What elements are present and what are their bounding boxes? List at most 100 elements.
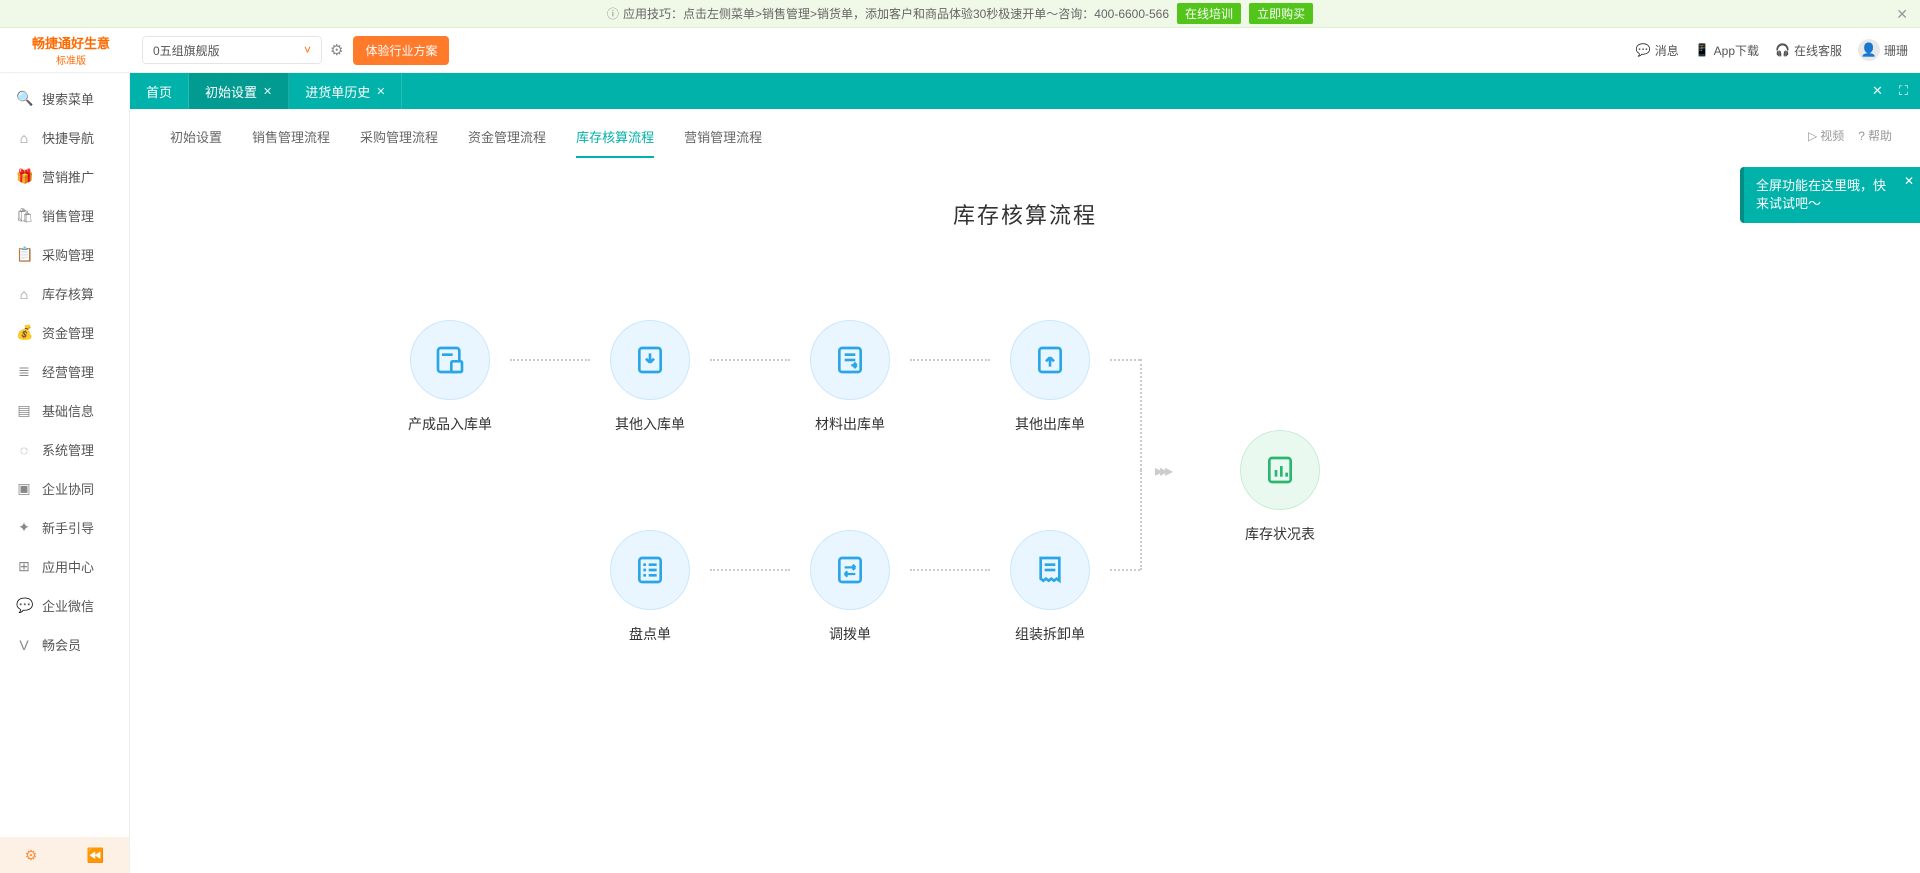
connector xyxy=(910,569,990,571)
sidebar-item-11[interactable]: ✦新手引导 xyxy=(0,508,129,547)
node-goods-in[interactable]: 产成品入库单 xyxy=(390,320,510,434)
flow-tab-2[interactable]: 采购管理流程 xyxy=(360,127,438,158)
sidebar-item-8[interactable]: ▤基础信息 xyxy=(0,391,129,430)
header-right: 💬 消息 📱 App下载 🎧 在线客服 👤 珊珊 xyxy=(1636,39,1908,61)
search-icon: 🔍 xyxy=(16,90,32,107)
node-material-out[interactable]: 材料出库单 xyxy=(790,320,910,434)
doc-upload-icon xyxy=(1034,344,1066,376)
node-inventory[interactable]: 盘点单 xyxy=(590,530,710,644)
doc-lock-icon xyxy=(434,344,466,376)
phone-icon: 📱 xyxy=(1695,43,1710,57)
sidebar-item-label: 企业协同 xyxy=(42,479,94,498)
chat-icon: 💬 xyxy=(1636,43,1651,57)
company-icon: ▣ xyxy=(16,480,32,497)
connector xyxy=(710,359,790,361)
sidebar-item-label: 基础信息 xyxy=(42,401,94,420)
sidebar-item-label: 快捷导航 xyxy=(42,128,94,147)
sidebar-item-13[interactable]: 💬 企业微信 xyxy=(0,586,129,625)
fullscreen-tip: 全屏功能在这里哦，快来试试吧～ ✕ xyxy=(1740,167,1920,223)
tab-2[interactable]: 进货单历史✕ xyxy=(289,73,402,109)
sidebar-item-12[interactable]: ⊞ 应用中心 xyxy=(0,547,129,586)
tab-close-all-icon[interactable]: ✕ xyxy=(1868,83,1887,99)
fullscreen-icon[interactable]: ⛶ xyxy=(1895,83,1912,99)
sidebar-item-6[interactable]: 💰资金管理 xyxy=(0,313,129,352)
doc-check-icon xyxy=(634,554,666,586)
footer-settings-icon[interactable]: ⚙ xyxy=(25,847,38,864)
tab-0[interactable]: 首页 xyxy=(130,73,189,109)
experience-industry-button[interactable]: 体验行业方案 xyxy=(353,36,449,65)
tab-close-icon[interactable]: ✕ xyxy=(376,85,385,98)
node-assemble[interactable]: 组装拆卸单 xyxy=(990,530,1110,644)
sidebar: 🔍搜索菜单 ⌂ 快捷导航 🎁 营销推广 🛍销售管理 📋 采购管理 ⌂库存核算💰资金管理≣经营管理… xyxy=(0,73,130,873)
app-download-link[interactable]: 📱 App下载 xyxy=(1695,42,1759,59)
video-link[interactable]: ▷ 视频 xyxy=(1808,127,1844,144)
chart-icon xyxy=(1264,454,1296,486)
tab-close-icon[interactable]: ✕ xyxy=(263,85,272,98)
footer-collapse-icon[interactable]: ⏪ xyxy=(87,847,104,864)
content-body: 初始设置销售管理流程采购管理流程资金管理流程库存核算流程营销管理流程 ▷ 视频 … xyxy=(130,109,1920,873)
sidebar-item-label: 销售管理 xyxy=(42,206,94,225)
sidebar-item-label: 畅会员 xyxy=(42,635,81,654)
banner-text: 应用技巧：点击左侧菜单>销售管理>销货单，添加客户和商品体验30秒极速开单～咨询… xyxy=(623,5,1169,22)
sidebar-item-2[interactable]: 🎁 营销推广 xyxy=(0,157,129,196)
sidebar-item-label: 新手引导 xyxy=(42,518,94,537)
doc-list-icon xyxy=(834,344,866,376)
flow-tab-1[interactable]: 销售管理流程 xyxy=(252,127,330,158)
flow-tab-3[interactable]: 资金管理流程 xyxy=(468,127,546,158)
flow-tab-5[interactable]: 营销管理流程 xyxy=(684,127,762,158)
connector xyxy=(1110,569,1140,571)
clip-icon: 📋 xyxy=(16,246,32,263)
sidebar-item-label: 企业微信 xyxy=(42,596,94,615)
user-menu[interactable]: 👤 珊珊 xyxy=(1858,39,1908,61)
flow-tabs: 初始设置销售管理流程采购管理流程资金管理流程库存核算流程营销管理流程 xyxy=(130,109,1920,158)
sidebar-item-label: 营销推广 xyxy=(42,167,94,186)
sidebar-item-label: 经营管理 xyxy=(42,362,94,381)
sidebar-item-label: 应用中心 xyxy=(42,557,94,576)
sidebar-item-14[interactable]: V 畅会员 xyxy=(0,625,129,664)
sidebar-item-9[interactable]: ◌系统管理 xyxy=(0,430,129,469)
sidebar-item-3[interactable]: 🛍销售管理 xyxy=(0,196,129,235)
home-icon: ⌂ xyxy=(16,130,32,146)
sidebar-item-1[interactable]: ⌂ 快捷导航 xyxy=(0,118,129,157)
flow-tab-4[interactable]: 库存核算流程 xyxy=(576,127,654,158)
doc-download-icon xyxy=(634,344,666,376)
messages-link[interactable]: 💬 消息 xyxy=(1636,42,1679,59)
flow-tab-0[interactable]: 初始设置 xyxy=(170,127,222,158)
org-selector[interactable]: 0五组旗舰版 ˅ xyxy=(142,36,322,64)
sidebar-item-label: 库存核算 xyxy=(42,284,94,303)
sidebar-item-5[interactable]: ⌂库存核算 xyxy=(0,274,129,313)
flow-title: 库存核算流程 xyxy=(130,198,1920,230)
node-stock-status[interactable]: 库存状况表 xyxy=(1220,430,1340,544)
wallet-icon: 💰 xyxy=(16,324,32,341)
sidebar-item-4[interactable]: 📋 采购管理 xyxy=(0,235,129,274)
top-banner: ⓘ 应用技巧：点击左侧菜单>销售管理>销货单，添加客户和商品体验30秒极速开单～… xyxy=(0,0,1920,28)
buy-now-button[interactable]: 立即购买 xyxy=(1249,3,1313,24)
node-other-in[interactable]: 其他入库单 xyxy=(590,320,710,434)
brand-logo: 畅捷通好生意 标准版 xyxy=(12,33,130,67)
banner-close-icon[interactable]: ✕ xyxy=(1896,6,1908,23)
gift-icon: 🎁 xyxy=(16,168,32,185)
online-service-link[interactable]: 🎧 在线客服 xyxy=(1775,42,1842,59)
arrow-right-icon: ▸▸▸ xyxy=(1155,461,1170,481)
wechat-icon: 💬 xyxy=(16,597,32,614)
node-other-out[interactable]: 其他出库单 xyxy=(990,320,1110,434)
chevron-down-icon: ˅ xyxy=(304,43,311,57)
settings-icon[interactable]: ⚙ xyxy=(330,41,343,59)
online-training-button[interactable]: 在线培训 xyxy=(1177,3,1241,24)
connector xyxy=(510,359,590,361)
sidebar-item-label: 采购管理 xyxy=(42,245,94,264)
avatar-icon: 👤 xyxy=(1858,39,1880,61)
apps-icon: ⊞ xyxy=(16,558,32,575)
tab-1[interactable]: 初始设置✕ xyxy=(189,73,289,109)
connector xyxy=(1140,470,1142,570)
receipt-icon xyxy=(1034,554,1066,586)
sidebar-item-10[interactable]: ▣ 企业协同 xyxy=(0,469,129,508)
user-name: 珊珊 xyxy=(1884,42,1908,59)
vip-icon: V xyxy=(16,637,32,653)
sidebar-item-7[interactable]: ≣经营管理 xyxy=(0,352,129,391)
connector xyxy=(710,569,790,571)
sidebar-item-0[interactable]: 🔍搜索菜单 xyxy=(0,79,129,118)
tip-close-icon[interactable]: ✕ xyxy=(1904,173,1914,190)
help-link[interactable]: ? 帮助 xyxy=(1858,127,1892,144)
node-transfer[interactable]: 调拨单 xyxy=(790,530,910,644)
